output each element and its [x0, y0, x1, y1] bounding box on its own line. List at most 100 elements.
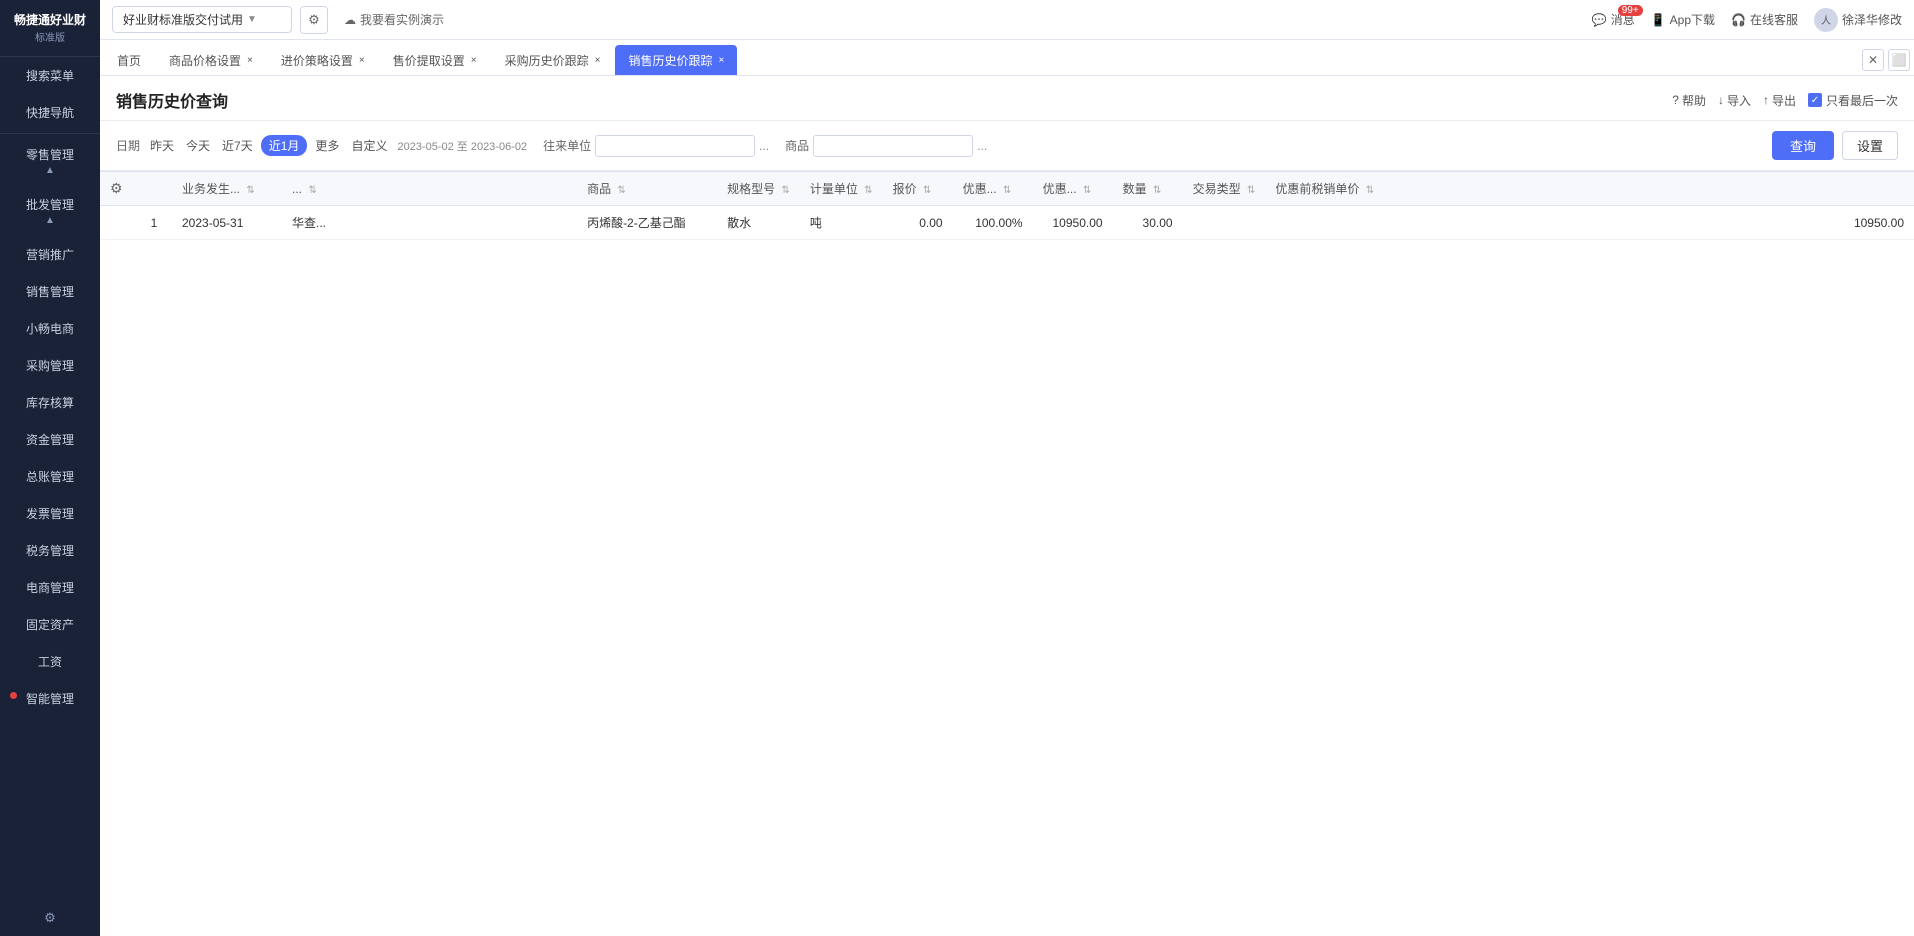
- page-inner: 销售历史价查询 ? 帮助 ↓ 导入 ↑ 导出 ✓: [100, 76, 1914, 936]
- sort-unit-icon[interactable]: ⇅: [864, 185, 872, 196]
- help-button[interactable]: ? 帮助: [1672, 92, 1706, 109]
- sidebar-item-wholesale[interactable]: 批发管理 ▲: [0, 186, 100, 236]
- col-header-price[interactable]: 报价 ⇅: [883, 172, 953, 206]
- col-header-trade[interactable]: 交易类型 ⇅: [1183, 172, 1266, 206]
- online-service-button[interactable]: 🎧 在线客服: [1731, 11, 1798, 28]
- preset-more[interactable]: 更多: [311, 135, 343, 156]
- col-discount2-label: 优惠...: [1043, 182, 1077, 196]
- only-last-checkbox-group[interactable]: ✓ 只看最后一次: [1808, 92, 1898, 109]
- query-button[interactable]: 查询: [1772, 131, 1834, 160]
- col-header-pretax[interactable]: 优惠前税销单价 ⇅: [1265, 172, 1914, 206]
- tab-sales-history[interactable]: 销售历史价跟踪 ×: [615, 45, 737, 75]
- col-discount1-label: 优惠...: [963, 182, 997, 196]
- col-header-discount2[interactable]: 优惠... ⇅: [1033, 172, 1113, 206]
- sort-discount2-icon[interactable]: ⇅: [1083, 185, 1091, 196]
- sidebar-item-inventory[interactable]: 库存核算: [0, 384, 100, 421]
- sort-date-icon[interactable]: ⇅: [246, 185, 254, 196]
- tab-price-extract-close[interactable]: ×: [471, 55, 477, 66]
- tab-purchase-strategy[interactable]: 进价策略设置 ×: [268, 45, 378, 75]
- preset-today[interactable]: 今天: [182, 135, 214, 156]
- sort-extra-icon[interactable]: ⇅: [308, 185, 316, 196]
- col-header-unit[interactable]: 计量单位 ⇅: [800, 172, 883, 206]
- tab-price-extract[interactable]: 售价提取设置 ×: [380, 45, 490, 75]
- tab-purchase-history-label: 采购历史价跟踪: [505, 52, 589, 69]
- import-button[interactable]: ↓ 导入: [1718, 92, 1751, 109]
- sort-trade-icon[interactable]: ⇅: [1247, 185, 1255, 196]
- sidebar-arrow-retail: ▲: [45, 165, 55, 176]
- sidebar-item-fixed-assets-label: 固定资产: [26, 616, 74, 633]
- sidebar-item-retail-label: 零售管理: [26, 146, 74, 163]
- col-header-qty[interactable]: 数量 ⇅: [1113, 172, 1183, 206]
- col-price-label: 报价: [893, 182, 917, 196]
- sidebar-item-sales[interactable]: 销售管理: [0, 273, 100, 310]
- tab-product-price[interactable]: 商品价格设置 ×: [156, 45, 266, 75]
- sidebar-item-purchase[interactable]: 采购管理: [0, 347, 100, 384]
- export-button[interactable]: ↑ 导出: [1763, 92, 1796, 109]
- tab-product-price-close[interactable]: ×: [247, 55, 253, 66]
- topbar-demo-link[interactable]: ☁ 我要看实例演示: [344, 11, 444, 28]
- tab-sales-history-close[interactable]: ×: [718, 55, 724, 66]
- preset-custom[interactable]: 自定义: [347, 135, 391, 156]
- product-filter-more[interactable]: ...: [977, 139, 987, 153]
- messages-badge: 99+: [1618, 5, 1643, 16]
- preset-yesterday[interactable]: 昨天: [146, 135, 178, 156]
- demo-label: 我要看实例演示: [360, 11, 444, 28]
- row-extra: 华查...: [282, 206, 577, 240]
- table-row[interactable]: 1 2023-05-31 华查... 丙烯酸-2-乙基己酯 散水 吨 0.00 …: [100, 206, 1914, 240]
- expand-tab-button[interactable]: ⬜: [1888, 49, 1910, 71]
- sidebar-item-ecommerce[interactable]: 电商管理: [0, 569, 100, 606]
- source-unit-label: 往来单位: [543, 137, 591, 154]
- tab-purchase-strategy-close[interactable]: ×: [359, 55, 365, 66]
- sidebar-item-ledger[interactable]: 总账管理: [0, 458, 100, 495]
- col-header-extra[interactable]: ... ⇅: [282, 172, 577, 206]
- col-header-settings[interactable]: ⚙: [100, 172, 136, 206]
- sidebar-settings-icon[interactable]: ⚙: [0, 900, 100, 936]
- col-header-spec[interactable]: 规格型号 ⇅: [717, 172, 800, 206]
- col-header-product[interactable]: 商品 ⇅: [577, 172, 717, 206]
- table-container: ⚙ 业务发生... ⇅ ... ⇅: [100, 171, 1914, 640]
- sidebar-item-salary[interactable]: 工资: [0, 643, 100, 680]
- sidebar-item-ecommerce-small[interactable]: 小畅电商: [0, 310, 100, 347]
- export-label: 导出: [1772, 92, 1796, 109]
- sidebar-item-inventory-label: 库存核算: [26, 394, 74, 411]
- gear-icon[interactable]: ⚙: [110, 180, 123, 196]
- row-trade: [1183, 206, 1266, 240]
- sidebar-item-finance[interactable]: 资金管理: [0, 421, 100, 458]
- tab-purchase-history[interactable]: 采购历史价跟踪 ×: [492, 45, 614, 75]
- avatar: 人: [1814, 8, 1838, 32]
- sidebar-item-fixed-assets[interactable]: 固定资产: [0, 606, 100, 643]
- sort-discount1-icon[interactable]: ⇅: [1003, 185, 1011, 196]
- preset-last7[interactable]: 近7天: [218, 135, 257, 156]
- topbar-gear-button[interactable]: ⚙: [300, 6, 328, 34]
- sidebar-item-marketing[interactable]: 营销推广: [0, 236, 100, 273]
- sidebar-search[interactable]: 搜索菜单: [0, 57, 100, 94]
- only-last-checkbox[interactable]: ✓: [1808, 93, 1822, 107]
- sidebar-quicknav[interactable]: 快捷导航: [0, 94, 100, 131]
- source-unit-more[interactable]: ...: [759, 139, 769, 153]
- tab-home[interactable]: 首页: [104, 45, 154, 75]
- topbar-version-selector[interactable]: 好业财标准版交付试用 ▼: [112, 6, 292, 33]
- sort-price-icon[interactable]: ⇅: [923, 185, 931, 196]
- col-header-discount1[interactable]: 优惠... ⇅: [953, 172, 1033, 206]
- sidebar-item-retail[interactable]: 零售管理 ▲: [0, 136, 100, 186]
- sidebar-item-salary-label: 工资: [38, 653, 62, 670]
- date-presets: 昨天 今天 近7天 近1月 更多 自定义: [146, 135, 391, 156]
- sort-spec-icon[interactable]: ⇅: [781, 185, 789, 196]
- app-download-button[interactable]: 📱 App下载: [1651, 11, 1715, 28]
- sidebar-item-tax[interactable]: 税务管理: [0, 532, 100, 569]
- sort-product-icon[interactable]: ⇅: [617, 185, 625, 196]
- user-profile[interactable]: 人 徐泽华修改: [1814, 8, 1902, 32]
- preset-last1m[interactable]: 近1月: [261, 135, 308, 156]
- sidebar-item-invoice[interactable]: 发票管理: [0, 495, 100, 532]
- sort-qty-icon[interactable]: ⇅: [1153, 185, 1161, 196]
- tab-purchase-history-close[interactable]: ×: [595, 55, 601, 66]
- col-header-date[interactable]: 业务发生... ⇅: [172, 172, 282, 206]
- help-icon: ?: [1672, 93, 1679, 107]
- source-unit-input[interactable]: [595, 135, 755, 157]
- close-tab-button[interactable]: ✕: [1862, 49, 1884, 71]
- product-filter-input[interactable]: [813, 135, 973, 157]
- settings-button[interactable]: 设置: [1842, 131, 1898, 160]
- sidebar-item-smart[interactable]: 智能管理: [0, 680, 100, 717]
- sort-pretax-icon[interactable]: ⇅: [1366, 185, 1374, 196]
- messages-button[interactable]: 💬 消息 99+: [1592, 11, 1635, 28]
